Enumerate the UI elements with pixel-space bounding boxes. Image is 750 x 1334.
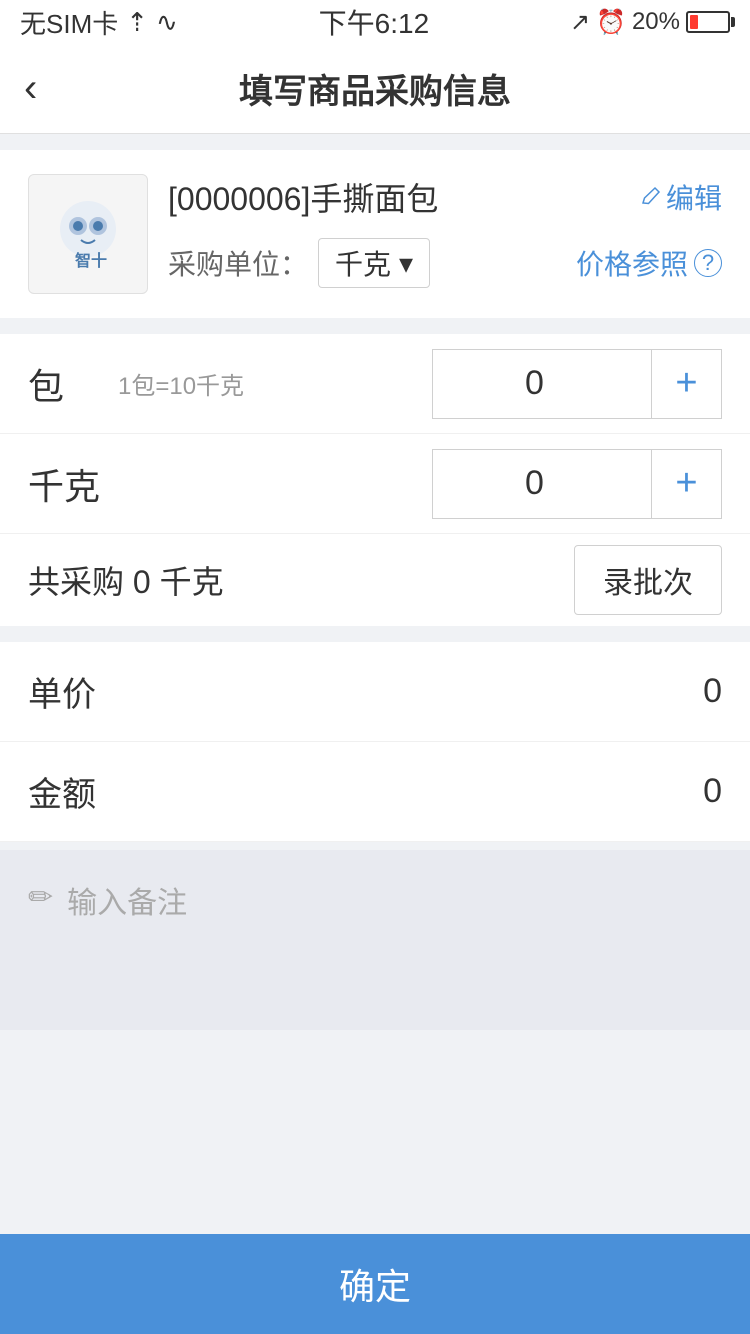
product-image: 智十 [28, 174, 148, 294]
price-ref-label: 价格参照 [576, 243, 688, 283]
back-button[interactable]: ‹ [24, 66, 37, 111]
summary-label: 共采购 [28, 564, 124, 600]
batch-button[interactable]: 录批次 [574, 545, 722, 615]
quantity-label-bag: 包 [28, 358, 108, 410]
location-icon: ↗ [570, 8, 590, 37]
quantity-section: 包 1包=10千克 + 千克 + [0, 334, 750, 534]
unit-dropdown[interactable]: 千克 ▾ [318, 238, 430, 288]
confirm-label: 确定 [339, 1258, 411, 1310]
product-name-row: [0000006]手撕面包 编辑 [168, 174, 722, 220]
confirm-button[interactable]: 确定 [0, 1234, 750, 1334]
battery-percent: 20% [632, 8, 680, 36]
unit-price-label: 单价 [28, 667, 96, 716]
quantity-input-wrap-kg: + [432, 449, 722, 519]
unit-value: 千克 [335, 243, 391, 283]
quantity-input-wrap-bag: + [432, 349, 722, 419]
quantity-input-kg[interactable] [432, 449, 652, 519]
price-ref-icon: ? [694, 249, 722, 277]
unit-label: 采购单位： [168, 243, 308, 283]
price-reference-button[interactable]: 价格参照 ? [576, 243, 722, 283]
section-divider-2 [0, 634, 750, 642]
remark-section[interactable]: ✏ 输入备注 [0, 850, 750, 1030]
dropdown-icon: ▾ [399, 247, 413, 280]
amount-value: 0 [703, 772, 722, 811]
status-time: 下午6:12 [319, 2, 430, 42]
quantity-input-bag[interactable] [432, 349, 652, 419]
quantity-sublabel-bag: 1包=10千克 [118, 366, 432, 401]
status-right: ↗ ⏰ 20% [570, 8, 730, 37]
section-divider [0, 326, 750, 334]
summary-unit: 千克 [160, 564, 224, 600]
summary-value: 0 [133, 564, 160, 600]
product-info: [0000006]手撕面包 编辑 采购单位： 千克 ▾ 价格参照 ? [168, 174, 722, 288]
battery-fill [690, 15, 698, 29]
nav-bar: ‹ 填写商品采购信息 [0, 44, 750, 134]
alarm-icon: ⏰ [596, 8, 626, 37]
status-left: 无SIM卡 ⇡ ∿ [20, 4, 178, 41]
page-title: 填写商品采购信息 [239, 64, 511, 113]
remark-placeholder: 输入备注 [67, 878, 187, 922]
amount-label: 金额 [28, 767, 96, 816]
unit-price-value: 0 [703, 672, 722, 711]
plus-button-bag[interactable]: + [652, 349, 722, 419]
wifi-icon: ⇡ [126, 7, 148, 38]
svg-text:智十: 智十 [75, 251, 107, 270]
carrier-label: 无SIM卡 [20, 4, 118, 41]
status-bar: 无SIM卡 ⇡ ∿ 下午6:12 ↗ ⏰ 20% [0, 0, 750, 44]
quantity-label-kg: 千克 [28, 458, 108, 510]
wifi-signal-icon: ∿ [156, 7, 178, 38]
amount-row: 金额 0 [0, 742, 750, 842]
unit-price-row: 单价 0 [0, 642, 750, 742]
plus-button-kg[interactable]: + [652, 449, 722, 519]
pencil-icon: ✏ [28, 880, 53, 915]
summary-text: 共采购 0 千克 [28, 557, 224, 603]
quantity-row-kg: 千克 + [0, 434, 750, 534]
product-name: [0000006]手撕面包 [168, 174, 438, 220]
quantity-row-bag: 包 1包=10千克 + [0, 334, 750, 434]
product-card: 智十 [0000006]手撕面包 编辑 采购单位： 千克 ▾ 价格参照 [0, 150, 750, 326]
purchase-unit-row: 采购单位： 千克 ▾ 价格参照 ? [168, 238, 722, 288]
battery-icon [686, 11, 730, 33]
edit-button[interactable]: 编辑 [640, 177, 722, 217]
price-section: 单价 0 金额 0 [0, 642, 750, 842]
summary-row: 共采购 0 千克 录批次 [0, 534, 750, 634]
unit-selector-group: 采购单位： 千克 ▾ [168, 238, 430, 288]
